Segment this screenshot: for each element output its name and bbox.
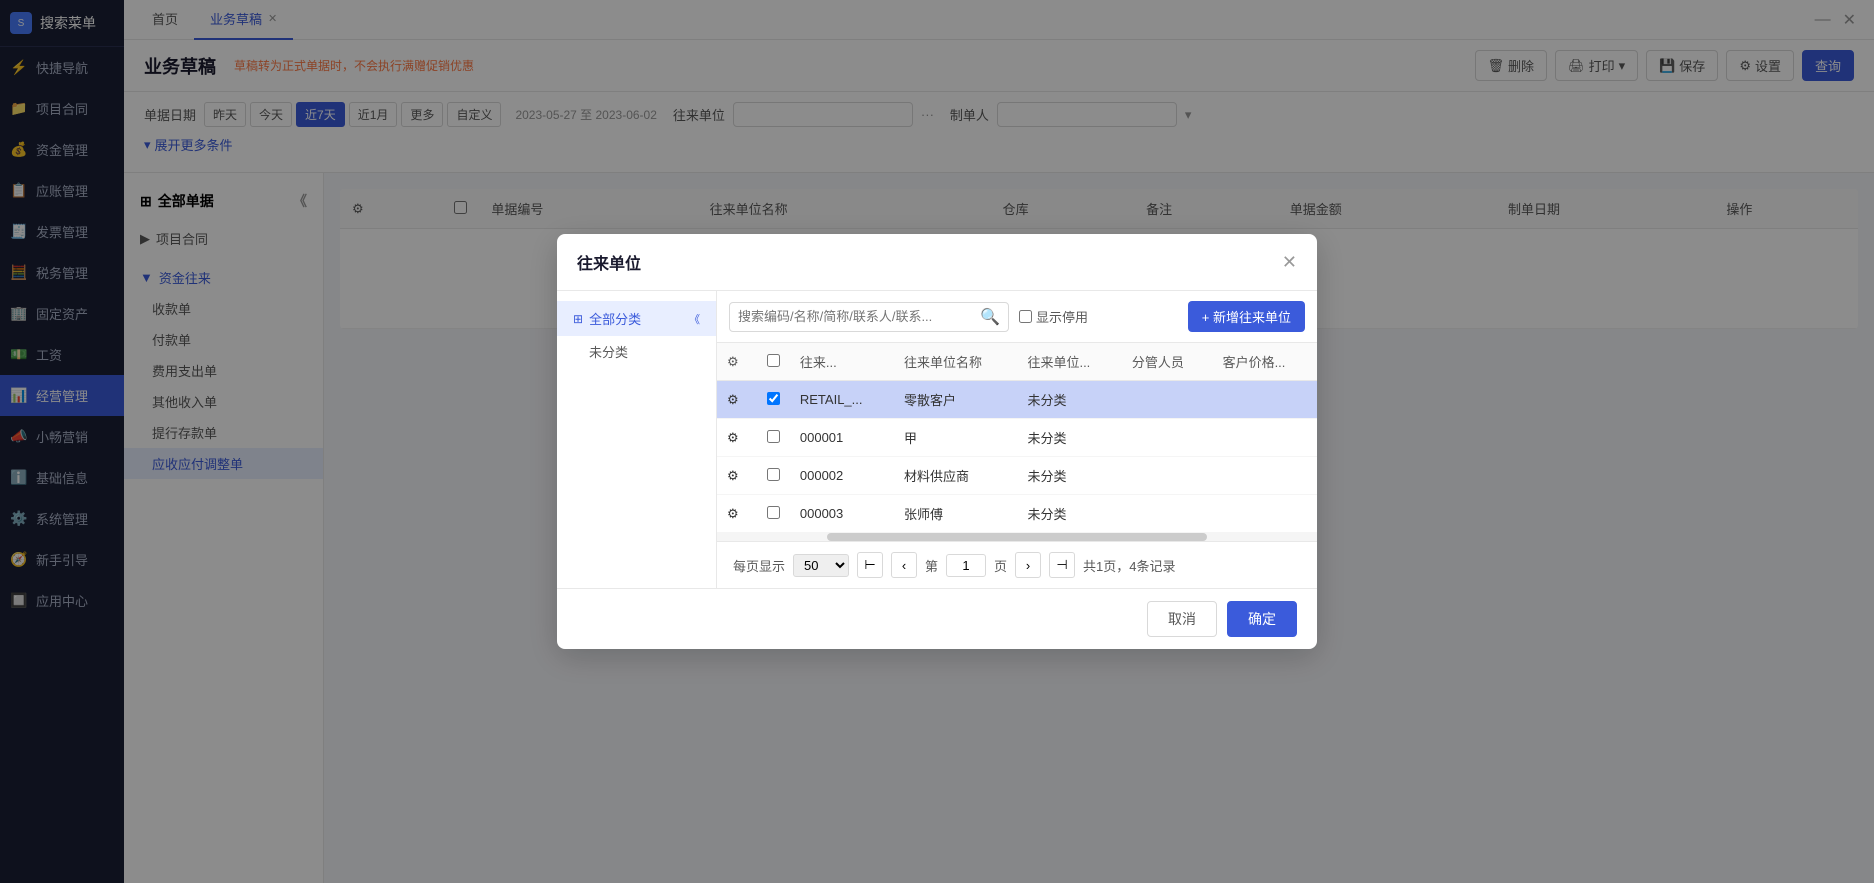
row-category: 未分类 xyxy=(1017,457,1121,495)
modal-col-category: 往来单位... xyxy=(1017,343,1121,381)
pagination-first-button[interactable]: ⊢ xyxy=(857,552,883,578)
page-label-2: 页 xyxy=(994,556,1007,575)
pagination-next-button[interactable]: › xyxy=(1015,552,1041,578)
row-price-level xyxy=(1213,381,1317,419)
pagination-prev-button[interactable]: ‹ xyxy=(891,552,917,578)
modal-col-settings[interactable]: ⚙ xyxy=(717,343,757,381)
row-salesperson xyxy=(1122,495,1213,533)
confirm-button[interactable]: 确定 xyxy=(1227,601,1297,637)
modal-scroll-thumb[interactable] xyxy=(827,533,1207,541)
row-salesperson xyxy=(1122,381,1213,419)
row-salesperson xyxy=(1122,419,1213,457)
row-checkbox[interactable] xyxy=(757,419,790,457)
row-settings[interactable]: ⚙ xyxy=(717,419,757,457)
modal-search-input[interactable] xyxy=(738,309,974,324)
row-name: 张师傅 xyxy=(894,495,1017,533)
modal-tree-unclassified[interactable]: 未分类 xyxy=(557,336,716,367)
modal-table-row[interactable]: ⚙ RETAIL_... 零散客户 未分类 xyxy=(717,381,1317,419)
row-code: RETAIL_... xyxy=(790,381,894,419)
modal-tree: ⊞ 全部分类 《 未分类 xyxy=(557,291,717,588)
modal-col-code: 往来... xyxy=(790,343,894,381)
show-disabled-checkbox[interactable]: 显示停用 xyxy=(1019,307,1088,326)
modal-right: 🔍 显示停用 + 新增往来单位 ⚙ xyxy=(717,291,1317,588)
row-code: 000003 xyxy=(790,495,894,533)
show-disabled-input[interactable] xyxy=(1019,310,1032,323)
modal-table-wrap: ⚙ 往来... 往来单位名称 往来单位... 分管人员 客户价格... ⚙ xyxy=(717,343,1317,533)
modal-overlay[interactable]: 往来单位 ✕ ⊞ 全部分类 《 未分类 xyxy=(0,0,1874,883)
row-checkbox[interactable] xyxy=(757,381,790,419)
modal-col-salesperson: 分管人员 xyxy=(1122,343,1213,381)
modal-toolbar: 🔍 显示停用 + 新增往来单位 xyxy=(717,291,1317,343)
partner-modal: 往来单位 ✕ ⊞ 全部分类 《 未分类 xyxy=(557,234,1317,649)
tree-collapse-button[interactable]: 《 xyxy=(689,311,700,327)
modal-table-row[interactable]: ⚙ 000001 甲 未分类 xyxy=(717,419,1317,457)
search-icon: 🔍 xyxy=(980,307,1000,327)
modal-col-checkbox[interactable] xyxy=(757,343,790,381)
row-name: 材料供应商 xyxy=(894,457,1017,495)
row-checkbox[interactable] xyxy=(757,457,790,495)
row-checkbox[interactable] xyxy=(757,495,790,533)
cancel-button[interactable]: 取消 xyxy=(1147,601,1217,637)
grid-icon-small: ⊞ xyxy=(573,312,583,326)
modal-table: ⚙ 往来... 往来单位名称 往来单位... 分管人员 客户价格... ⚙ xyxy=(717,343,1317,533)
row-salesperson xyxy=(1122,457,1213,495)
pagination-last-button[interactable]: ⊣ xyxy=(1049,552,1075,578)
per-page-label: 每页显示 xyxy=(733,556,785,575)
search-wrap: 🔍 xyxy=(729,302,1009,332)
modal-header: 往来单位 ✕ xyxy=(557,234,1317,291)
modal-body: ⊞ 全部分类 《 未分类 🔍 显示停用 xyxy=(557,291,1317,588)
total-records-label: 共1页，4条记录 xyxy=(1083,556,1175,575)
row-price-level xyxy=(1213,419,1317,457)
page-label: 第 xyxy=(925,556,938,575)
modal-title: 往来单位 xyxy=(577,250,641,274)
modal-table-row[interactable]: ⚙ 000002 材料供应商 未分类 xyxy=(717,457,1317,495)
modal-scroll-bar[interactable] xyxy=(717,533,1317,541)
modal-col-price-level: 客户价格... xyxy=(1213,343,1317,381)
row-settings[interactable]: ⚙ xyxy=(717,381,757,419)
row-name: 甲 xyxy=(894,419,1017,457)
row-name: 零散客户 xyxy=(894,381,1017,419)
row-price-level xyxy=(1213,457,1317,495)
per-page-select[interactable]: 50 100 xyxy=(793,554,849,577)
row-category: 未分类 xyxy=(1017,419,1121,457)
row-category: 未分类 xyxy=(1017,495,1121,533)
modal-pagination: 每页显示 50 100 ⊢ ‹ 第 页 › ⊣ 共1页，4条记录 xyxy=(717,541,1317,588)
modal-close-button[interactable]: ✕ xyxy=(1282,252,1297,273)
modal-select-all[interactable] xyxy=(767,354,780,367)
row-code: 000001 xyxy=(790,419,894,457)
modal-tree-all[interactable]: ⊞ 全部分类 《 xyxy=(557,301,716,336)
row-code: 000002 xyxy=(790,457,894,495)
row-settings[interactable]: ⚙ xyxy=(717,457,757,495)
row-settings[interactable]: ⚙ xyxy=(717,495,757,533)
page-number-input[interactable] xyxy=(946,554,986,577)
modal-actions: 取消 确定 xyxy=(557,588,1317,649)
row-price-level xyxy=(1213,495,1317,533)
row-category: 未分类 xyxy=(1017,381,1121,419)
modal-table-row[interactable]: ⚙ 000003 张师傅 未分类 xyxy=(717,495,1317,533)
modal-col-name: 往来单位名称 xyxy=(894,343,1017,381)
add-partner-button[interactable]: + 新增往来单位 xyxy=(1188,301,1305,332)
